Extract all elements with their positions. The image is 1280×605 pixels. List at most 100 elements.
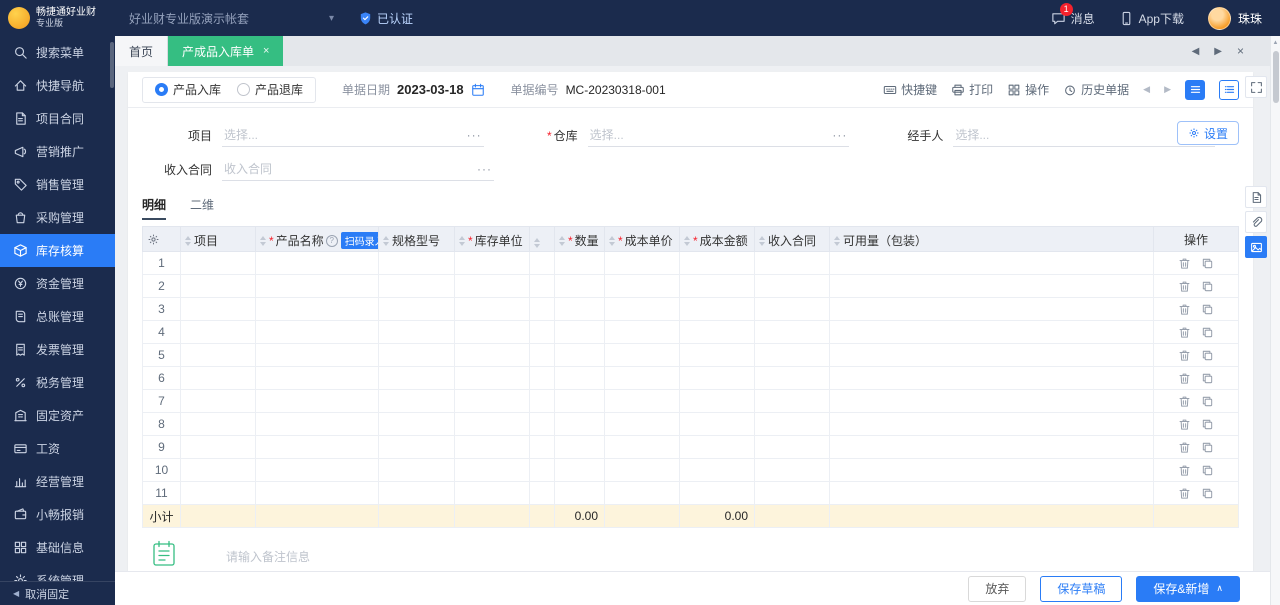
grid-cell[interactable] xyxy=(554,274,605,298)
col-header-0[interactable]: 项目 xyxy=(180,226,256,252)
handler-input[interactable]: 选择... ··· xyxy=(953,123,1216,147)
grid-cell[interactable] xyxy=(829,251,1154,275)
sidebar-item-invoice[interactable]: 发票管理 xyxy=(0,333,115,366)
sidebar-item-marketing[interactable]: 营销推广 xyxy=(0,135,115,168)
grid-cell[interactable] xyxy=(529,412,555,436)
grid-cell[interactable] xyxy=(378,274,455,298)
grid-cell[interactable] xyxy=(180,458,256,482)
grid-cell[interactable] xyxy=(180,343,256,367)
grid-cell[interactable] xyxy=(378,320,455,344)
sort-icon[interactable] xyxy=(759,235,765,246)
tab-scroll-left-icon[interactable]: ◀ xyxy=(1192,46,1200,57)
grid-cell[interactable] xyxy=(454,435,530,459)
delete-row-icon[interactable] xyxy=(1178,395,1191,408)
sidebar-item-sales[interactable]: 销售管理 xyxy=(0,168,115,201)
grid-cell[interactable] xyxy=(180,274,256,298)
sidebar-item-funds[interactable]: 资金管理 xyxy=(0,267,115,300)
delete-row-icon[interactable] xyxy=(1178,418,1191,431)
copy-row-icon[interactable] xyxy=(1201,487,1214,500)
sidebar-item-payroll[interactable]: 工资 xyxy=(0,432,115,465)
bill-date-value[interactable]: 2023-03-18 xyxy=(397,82,464,97)
grid-cell[interactable] xyxy=(378,251,455,275)
grid-cell[interactable] xyxy=(604,412,680,436)
grid-cell[interactable] xyxy=(255,481,379,505)
scroll-up-icon[interactable]: ▲ xyxy=(1271,36,1280,46)
grid-cell[interactable] xyxy=(754,343,830,367)
grid-cell[interactable] xyxy=(554,297,605,321)
grid-cell[interactable] xyxy=(754,458,830,482)
grid-cell[interactable] xyxy=(754,297,830,321)
grid-cell[interactable] xyxy=(554,320,605,344)
delete-row-icon[interactable] xyxy=(1178,303,1191,316)
sidebar-item-purchase[interactable]: 采购管理 xyxy=(0,201,115,234)
sidebar-item-nav[interactable]: 快捷导航 xyxy=(0,69,115,102)
grid-cell[interactable] xyxy=(604,458,680,482)
grid-cell[interactable] xyxy=(829,297,1154,321)
grid-cell[interactable] xyxy=(378,343,455,367)
grid-cell[interactable] xyxy=(829,412,1154,436)
sort-icon[interactable] xyxy=(684,235,690,246)
copy-row-icon[interactable] xyxy=(1201,257,1214,270)
grid-cell[interactable] xyxy=(754,389,830,413)
col-header-8[interactable]: 收入合同 xyxy=(754,226,830,252)
delete-row-icon[interactable] xyxy=(1178,487,1191,500)
sort-icon[interactable] xyxy=(834,235,840,246)
copy-row-icon[interactable] xyxy=(1201,441,1214,454)
grid-cell[interactable] xyxy=(180,412,256,436)
tab-scroll-right-icon[interactable]: ▶ xyxy=(1214,46,1222,57)
copy-row-icon[interactable] xyxy=(1201,349,1214,362)
grid-cell[interactable] xyxy=(604,481,680,505)
remark-input[interactable]: 请输入备注信息 xyxy=(226,540,1239,565)
grid-cell[interactable] xyxy=(554,481,605,505)
expand-panel-icon[interactable] xyxy=(1245,76,1267,98)
user-menu[interactable]: 珠珠 xyxy=(1207,6,1262,30)
grid-cell[interactable] xyxy=(529,251,555,275)
grid-cell[interactable] xyxy=(754,251,830,275)
grid-cell[interactable] xyxy=(754,481,830,505)
grid-cell[interactable] xyxy=(180,389,256,413)
income-contract-input[interactable]: 收入合同 ··· xyxy=(222,157,494,181)
grid-cell[interactable] xyxy=(529,366,555,390)
save-draft-button[interactable]: 保存草稿 xyxy=(1040,575,1123,602)
grid-cell[interactable] xyxy=(255,320,379,344)
grid-cell[interactable] xyxy=(554,251,605,275)
grid-cell[interactable] xyxy=(378,297,455,321)
grid-cell[interactable] xyxy=(529,389,555,413)
next-bill-icon[interactable]: ▶ xyxy=(1164,84,1171,95)
grid-cell[interactable] xyxy=(529,458,555,482)
sort-icon[interactable] xyxy=(185,235,191,246)
grid-cell[interactable] xyxy=(829,458,1154,482)
col-header-6[interactable]: * 成本单价 xyxy=(604,226,680,252)
delete-row-icon[interactable] xyxy=(1178,349,1191,362)
abandon-button[interactable]: 放弃 xyxy=(968,575,1027,602)
messages-button[interactable]: 1 消息 xyxy=(1051,2,1095,27)
grid-cell[interactable] xyxy=(378,366,455,390)
grid-cell[interactable] xyxy=(679,481,755,505)
grid-cell[interactable] xyxy=(378,435,455,459)
calendar-icon[interactable] xyxy=(471,83,485,97)
grid-cell[interactable] xyxy=(829,343,1154,367)
unpin-button[interactable]: ◀ 取消固定 xyxy=(0,581,115,605)
grid-cell[interactable] xyxy=(829,481,1154,505)
grid-cell[interactable] xyxy=(754,274,830,298)
grid-cell[interactable] xyxy=(529,320,555,344)
grid-cell[interactable] xyxy=(554,389,605,413)
delete-row-icon[interactable] xyxy=(1178,326,1191,339)
sort-icon[interactable] xyxy=(534,237,540,248)
sidebar-item-business[interactable]: 经营管理 xyxy=(0,465,115,498)
grid-cell[interactable] xyxy=(255,412,379,436)
grid-cell[interactable] xyxy=(255,343,379,367)
attachment-icon[interactable] xyxy=(1245,211,1267,233)
delete-row-icon[interactable] xyxy=(1178,441,1191,454)
grid-cell[interactable] xyxy=(529,435,555,459)
grid-cell[interactable] xyxy=(454,481,530,505)
grid-cell[interactable] xyxy=(554,343,605,367)
copy-row-icon[interactable] xyxy=(1201,464,1214,477)
grid-cell[interactable] xyxy=(180,366,256,390)
grid-cell[interactable] xyxy=(604,366,680,390)
grid-cell[interactable] xyxy=(679,435,755,459)
grid-cell[interactable] xyxy=(255,389,379,413)
sidebar-item-inventory[interactable]: 库存核算 xyxy=(0,234,115,267)
col-header-4[interactable] xyxy=(529,226,555,252)
copy-row-icon[interactable] xyxy=(1201,372,1214,385)
